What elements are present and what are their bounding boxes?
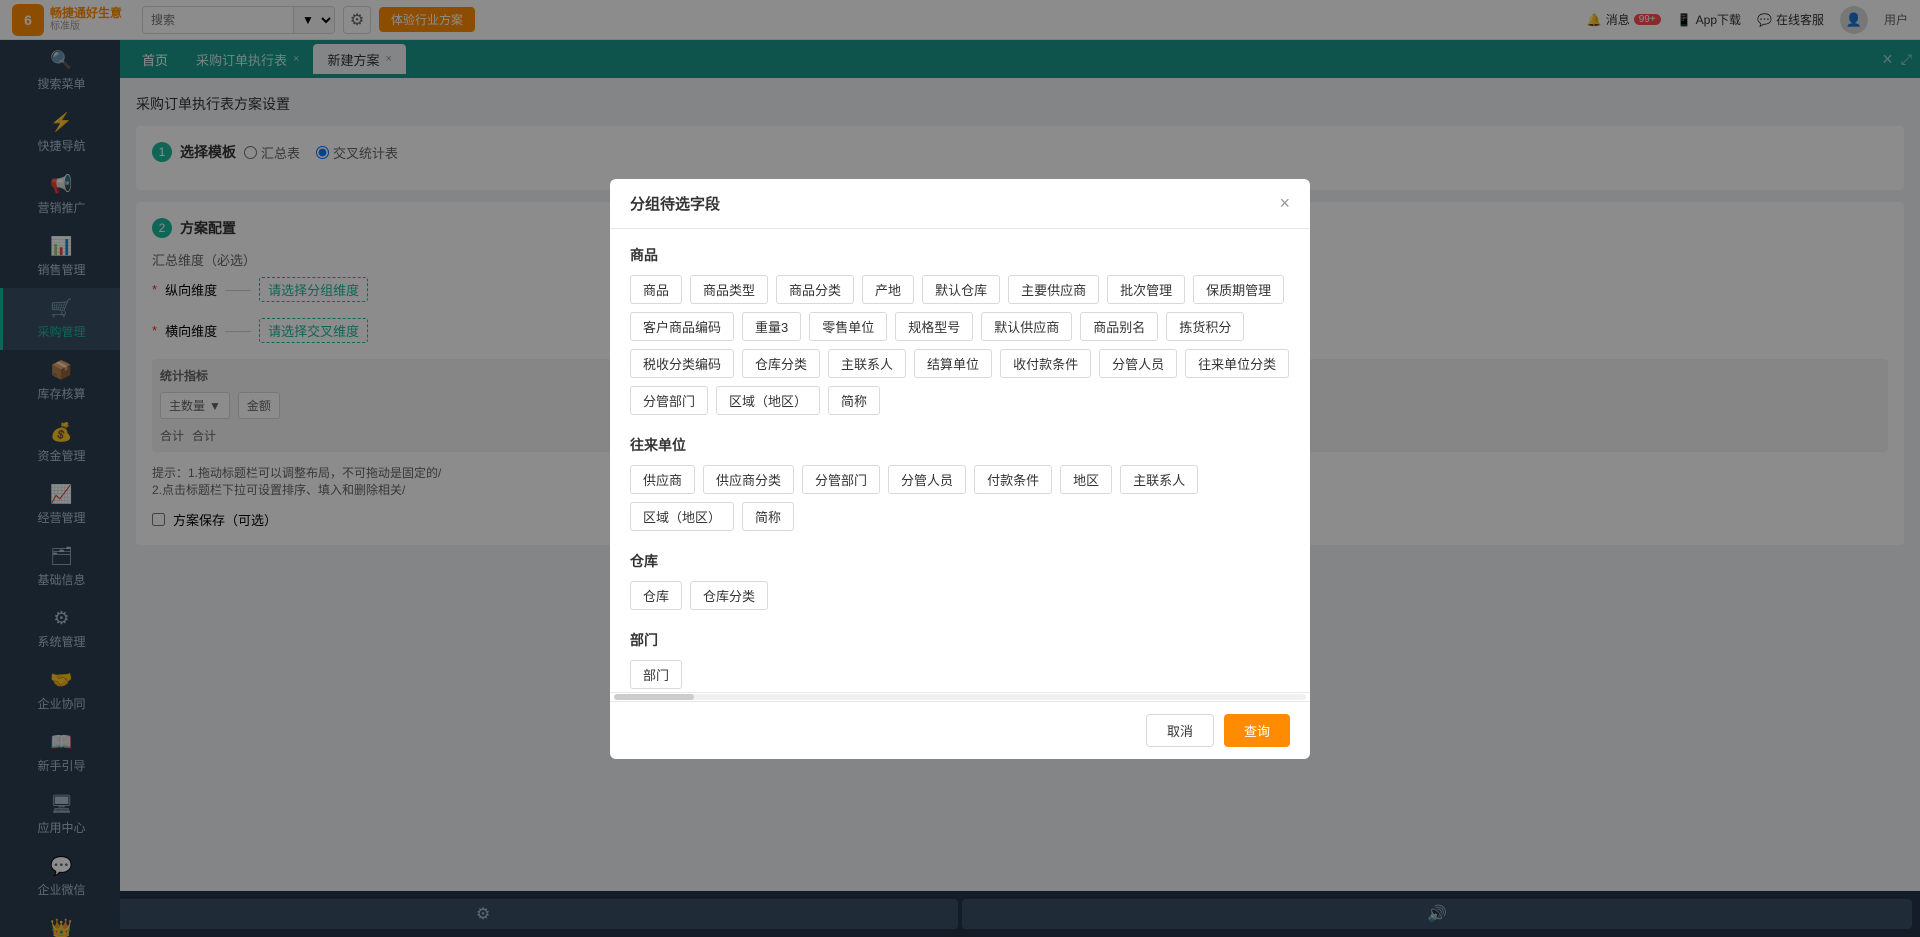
modal-cancel-button[interactable]: 取消 (1146, 714, 1214, 747)
field-tag-partner-0[interactable]: 供应商 (630, 465, 695, 494)
modal-dialog: 分组待选字段 × 商品 商品 商品类型 商品分类 产地 默认仓库 主要供应商 批… (610, 179, 1310, 759)
field-tag-product-15[interactable]: 税收分类编码 (630, 349, 734, 378)
field-tag-partner-7[interactable]: 区域（地区） (630, 502, 734, 531)
field-tag-product-4[interactable]: 默认仓库 (922, 275, 1000, 304)
field-tag-product-14[interactable]: 拣货积分 (1166, 312, 1244, 341)
hscroll-thumb (614, 694, 694, 700)
modal-close-button[interactable]: × (1279, 194, 1290, 212)
field-group-product: 商品 商品 商品类型 商品分类 产地 默认仓库 主要供应商 批次管理 保质期管理… (630, 245, 1290, 415)
field-tags-warehouse: 仓库 仓库分类 (630, 581, 1290, 610)
field-tag-product-17[interactable]: 主联系人 (828, 349, 906, 378)
field-tag-product-20[interactable]: 分管人员 (1099, 349, 1177, 378)
field-tags-partner: 供应商 供应商分类 分管部门 分管人员 付款条件 地区 主联系人 区域（地区） … (630, 465, 1290, 531)
field-tag-product-23[interactable]: 区域（地区） (716, 386, 820, 415)
field-tag-product-5[interactable]: 主要供应商 (1008, 275, 1099, 304)
field-tags-product: 商品 商品类型 商品分类 产地 默认仓库 主要供应商 批次管理 保质期管理 客户… (630, 275, 1290, 415)
field-group-partner-title: 往来单位 (630, 435, 1290, 455)
field-tag-partner-3[interactable]: 分管人员 (888, 465, 966, 494)
modal-footer: 取消 查询 (610, 701, 1310, 759)
field-tag-product-16[interactable]: 仓库分类 (742, 349, 820, 378)
field-tag-product-22[interactable]: 分管部门 (630, 386, 708, 415)
field-tag-product-8[interactable]: 客户商品编码 (630, 312, 734, 341)
modal-confirm-button[interactable]: 查询 (1224, 714, 1290, 747)
modal-title: 分组待选字段 (630, 193, 720, 214)
field-group-dept: 部门 部门 (630, 630, 1290, 689)
modal-body: 商品 商品 商品类型 商品分类 产地 默认仓库 主要供应商 批次管理 保质期管理… (610, 229, 1310, 693)
field-group-warehouse-title: 仓库 (630, 551, 1290, 571)
field-tag-warehouse-0[interactable]: 仓库 (630, 581, 682, 610)
field-tag-dept-0[interactable]: 部门 (630, 660, 682, 689)
field-tag-warehouse-1[interactable]: 仓库分类 (690, 581, 768, 610)
field-group-partner: 往来单位 供应商 供应商分类 分管部门 分管人员 付款条件 地区 主联系人 区域… (630, 435, 1290, 531)
field-tag-product-18[interactable]: 结算单位 (914, 349, 992, 378)
field-tag-product-6[interactable]: 批次管理 (1107, 275, 1185, 304)
modal-header: 分组待选字段 × (610, 179, 1310, 229)
hscroll-bar (614, 694, 1306, 700)
field-tag-product-13[interactable]: 商品别名 (1080, 312, 1158, 341)
field-tag-partner-5[interactable]: 地区 (1060, 465, 1112, 494)
modal-overlay: 分组待选字段 × 商品 商品 商品类型 商品分类 产地 默认仓库 主要供应商 批… (0, 0, 1920, 937)
field-tag-partner-8[interactable]: 简称 (742, 502, 794, 531)
field-tag-partner-6[interactable]: 主联系人 (1120, 465, 1198, 494)
field-group-dept-title: 部门 (630, 630, 1290, 650)
field-tag-product-0[interactable]: 商品 (630, 275, 682, 304)
modal-hscroll (610, 692, 1310, 700)
field-tag-partner-4[interactable]: 付款条件 (974, 465, 1052, 494)
field-tag-product-24[interactable]: 简称 (828, 386, 880, 415)
field-tag-product-11[interactable]: 规格型号 (895, 312, 973, 341)
field-tag-product-2[interactable]: 商品分类 (776, 275, 854, 304)
field-tag-product-1[interactable]: 商品类型 (690, 275, 768, 304)
field-tag-product-7[interactable]: 保质期管理 (1193, 275, 1284, 304)
field-group-warehouse: 仓库 仓库 仓库分类 (630, 551, 1290, 610)
field-tag-partner-2[interactable]: 分管部门 (802, 465, 880, 494)
field-tag-product-9[interactable]: 重量3 (742, 312, 801, 341)
field-tag-product-21[interactable]: 往来单位分类 (1185, 349, 1289, 378)
field-tag-product-12[interactable]: 默认供应商 (981, 312, 1072, 341)
field-tag-partner-1[interactable]: 供应商分类 (703, 465, 794, 494)
field-tag-product-3[interactable]: 产地 (862, 275, 914, 304)
field-tags-dept: 部门 (630, 660, 1290, 689)
field-tag-product-10[interactable]: 零售单位 (809, 312, 887, 341)
field-tag-product-19[interactable]: 收付款条件 (1000, 349, 1091, 378)
field-group-product-title: 商品 (630, 245, 1290, 265)
